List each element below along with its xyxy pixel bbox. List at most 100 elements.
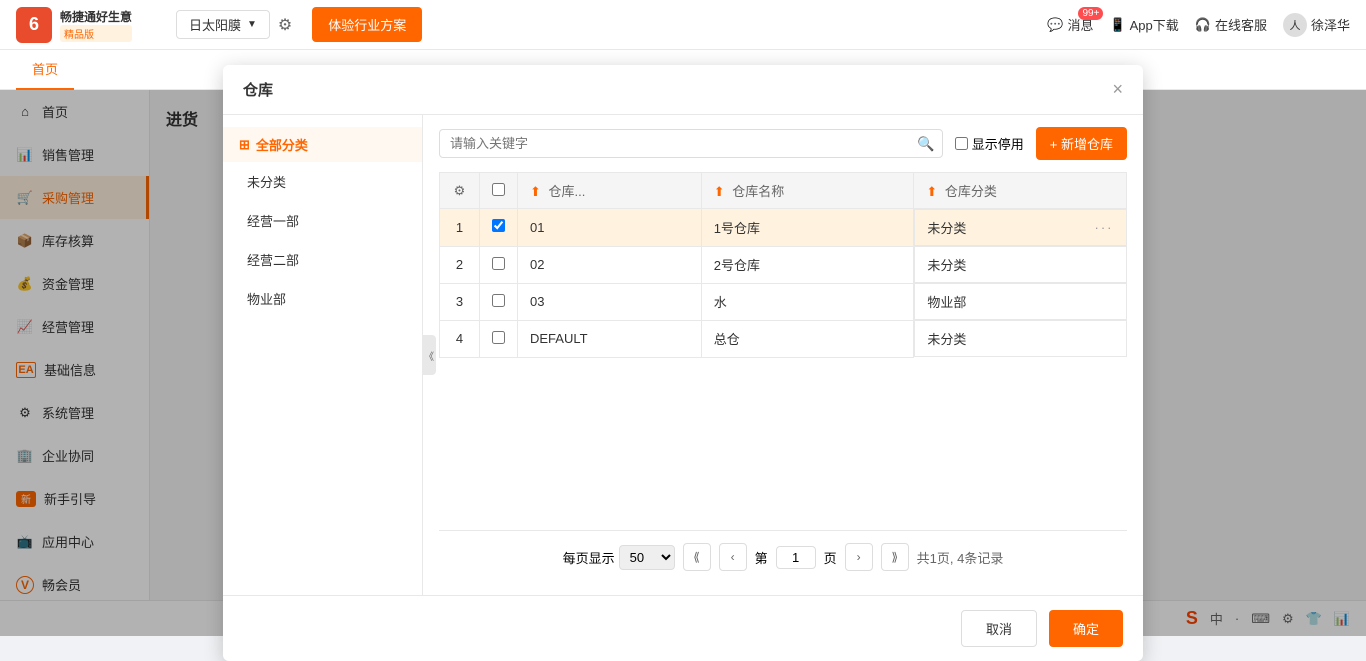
app-download-label: App下载 bbox=[1130, 15, 1179, 34]
table-row[interactable]: 1 01 1号仓库 未分类··· bbox=[440, 209, 1127, 247]
avatar-icon: 人 bbox=[1283, 13, 1307, 37]
search-icon[interactable]: 🔍 bbox=[917, 135, 934, 152]
per-page-select[interactable]: 50 100 200 bbox=[619, 545, 675, 570]
table-row[interactable]: 3 03 水 物业部 bbox=[440, 283, 1127, 320]
store-selector[interactable]: 日太阳膜 ▼ bbox=[176, 10, 270, 39]
all-category-label: 全部分类 bbox=[256, 135, 308, 154]
headphone-icon: 🎧 bbox=[1195, 17, 1211, 33]
row-code: 02 bbox=[518, 246, 702, 283]
messages-item[interactable]: 💬 消息 99+ bbox=[1047, 15, 1093, 34]
collapse-panel-button[interactable]: 《 bbox=[422, 335, 436, 375]
last-page-button[interactable]: ⟫ bbox=[881, 543, 909, 571]
logo-icon: 6 bbox=[16, 7, 52, 43]
main-layout: ⌂ 首页 📊 销售管理 🛒 采购管理 📦 库存核算 💰 资金管理 📈 经营管理 … bbox=[0, 90, 1366, 636]
content-area: 进货 仓库 × ⊞ 全部分类 bbox=[150, 90, 1366, 636]
show-disabled-label: 显示停用 bbox=[972, 134, 1024, 153]
cancel-button[interactable]: 取消 bbox=[961, 610, 1037, 647]
search-input[interactable] bbox=[439, 129, 943, 158]
all-category-item[interactable]: ⊞ 全部分类 bbox=[223, 127, 422, 162]
logo-text-area: 畅捷通好生意 精品版 bbox=[60, 8, 132, 42]
page-info: 共1页, 4条记录 bbox=[917, 548, 1004, 567]
logo-area: 6 畅捷通好生意 精品版 bbox=[16, 7, 166, 43]
table-panel: 🔍 显示停用 + 新增仓库 ⚙ bbox=[423, 115, 1143, 595]
row-index: 1 bbox=[440, 209, 480, 247]
phone-icon: 📱 bbox=[1109, 17, 1125, 33]
category-item-0[interactable]: 未分类 bbox=[223, 162, 422, 201]
page-suffix-label: 页 bbox=[824, 548, 837, 567]
gear-icon[interactable]: ⚙ bbox=[278, 15, 292, 35]
row-checkbox[interactable] bbox=[492, 331, 505, 344]
col-checkbox bbox=[480, 173, 518, 209]
warehouse-modal: 仓库 × ⊞ 全部分类 未分类 经营 bbox=[223, 65, 1143, 661]
modal-close-button[interactable]: × bbox=[1112, 79, 1123, 100]
prev-page-button[interactable]: ‹ bbox=[719, 543, 747, 571]
top-header: 6 畅捷通好生意 精品版 日太阳膜 ▼ ⚙ 体验行业方案 💬 消息 99+ 📱 … bbox=[0, 0, 1366, 50]
category-item-3[interactable]: 物业部 bbox=[223, 279, 422, 318]
row-category: 未分类 bbox=[914, 246, 1126, 283]
app-download-item[interactable]: 📱 App下载 bbox=[1109, 15, 1178, 34]
modal-footer: 取消 确定 bbox=[223, 595, 1143, 661]
modal-body: ⊞ 全部分类 未分类 经营一部 经营二部 物业部 bbox=[223, 115, 1143, 595]
select-all-checkbox[interactable] bbox=[492, 183, 505, 196]
sort-icon: ⬆ bbox=[926, 184, 937, 199]
add-warehouse-button[interactable]: + 新增仓库 bbox=[1036, 127, 1127, 160]
trial-button[interactable]: 体验行业方案 bbox=[312, 7, 422, 42]
row-name: 水 bbox=[701, 283, 914, 320]
category-item-1[interactable]: 经营一部 bbox=[223, 201, 422, 240]
first-page-button[interactable]: ⟪ bbox=[683, 543, 711, 571]
user-name: 徐泽华 bbox=[1311, 15, 1350, 34]
page-size-wrap: 每页显示 50 100 200 bbox=[563, 545, 675, 570]
row-name: 总仓 bbox=[701, 320, 914, 357]
page-number-input[interactable] bbox=[776, 546, 816, 569]
warehouse-table: ⚙ ⬆ 仓库... ⬆ bbox=[439, 172, 1127, 358]
user-item[interactable]: 人 徐泽华 bbox=[1283, 13, 1350, 37]
row-code: 03 bbox=[518, 283, 702, 320]
row-code: 01 bbox=[518, 209, 702, 247]
row-checkbox[interactable] bbox=[492, 257, 505, 270]
col-code: ⬆ 仓库... bbox=[518, 173, 702, 209]
row-category: 物业部 bbox=[914, 283, 1126, 320]
sort-icon: ⬆ bbox=[714, 184, 725, 199]
show-disabled-wrap: 显示停用 bbox=[955, 134, 1024, 153]
grid-icon: ⊞ bbox=[239, 137, 250, 153]
row-checkbox-cell bbox=[480, 283, 518, 320]
table-header-row: ⚙ ⬆ 仓库... ⬆ bbox=[440, 173, 1127, 209]
row-name: 1号仓库 bbox=[701, 209, 914, 247]
page-label: 第 bbox=[755, 548, 768, 567]
row-checkbox[interactable] bbox=[492, 219, 505, 232]
modal-header: 仓库 × bbox=[223, 65, 1143, 115]
online-service-label: 在线客服 bbox=[1215, 15, 1267, 34]
col-settings: ⚙ bbox=[440, 173, 480, 209]
app-name: 畅捷通好生意 bbox=[60, 8, 132, 25]
row-checkbox[interactable] bbox=[492, 294, 505, 307]
row-checkbox-cell bbox=[480, 320, 518, 357]
row-category: 未分类··· bbox=[914, 209, 1126, 246]
col-name: ⬆ 仓库名称 bbox=[701, 173, 914, 209]
tab-home[interactable]: 首页 bbox=[16, 50, 74, 90]
online-service-item[interactable]: 🎧 在线客服 bbox=[1195, 15, 1267, 34]
row-index: 3 bbox=[440, 283, 480, 320]
table-row[interactable]: 4 DEFAULT 总仓 未分类 bbox=[440, 320, 1127, 357]
modal-backdrop: 仓库 × ⊞ 全部分类 未分类 经营 bbox=[0, 90, 1366, 636]
app-badge: 精品版 bbox=[60, 25, 132, 42]
row-checkbox-cell bbox=[480, 209, 518, 247]
row-action-dots[interactable]: ··· bbox=[1095, 220, 1114, 235]
sort-icon: ⬆ bbox=[530, 184, 541, 199]
row-checkbox-cell bbox=[480, 246, 518, 283]
category-panel: ⊞ 全部分类 未分类 经营一部 经营二部 物业部 bbox=[223, 115, 423, 595]
row-category: 未分类 bbox=[914, 320, 1126, 357]
row-index: 4 bbox=[440, 320, 480, 357]
message-icon: 💬 bbox=[1047, 17, 1063, 33]
table-toolbar: 🔍 显示停用 + 新增仓库 bbox=[439, 127, 1127, 160]
chevron-down-icon: ▼ bbox=[247, 19, 257, 30]
next-page-button[interactable]: › bbox=[845, 543, 873, 571]
category-item-2[interactable]: 经营二部 bbox=[223, 240, 422, 279]
row-name: 2号仓库 bbox=[701, 246, 914, 283]
search-wrap: 🔍 bbox=[439, 129, 943, 158]
table-row[interactable]: 2 02 2号仓库 未分类 bbox=[440, 246, 1127, 283]
row-index: 2 bbox=[440, 246, 480, 283]
header-right: 💬 消息 99+ 📱 App下载 🎧 在线客服 人 徐泽华 bbox=[1047, 13, 1350, 37]
show-disabled-checkbox[interactable] bbox=[955, 137, 968, 150]
confirm-button[interactable]: 确定 bbox=[1049, 610, 1123, 647]
modal-title: 仓库 bbox=[243, 79, 273, 100]
